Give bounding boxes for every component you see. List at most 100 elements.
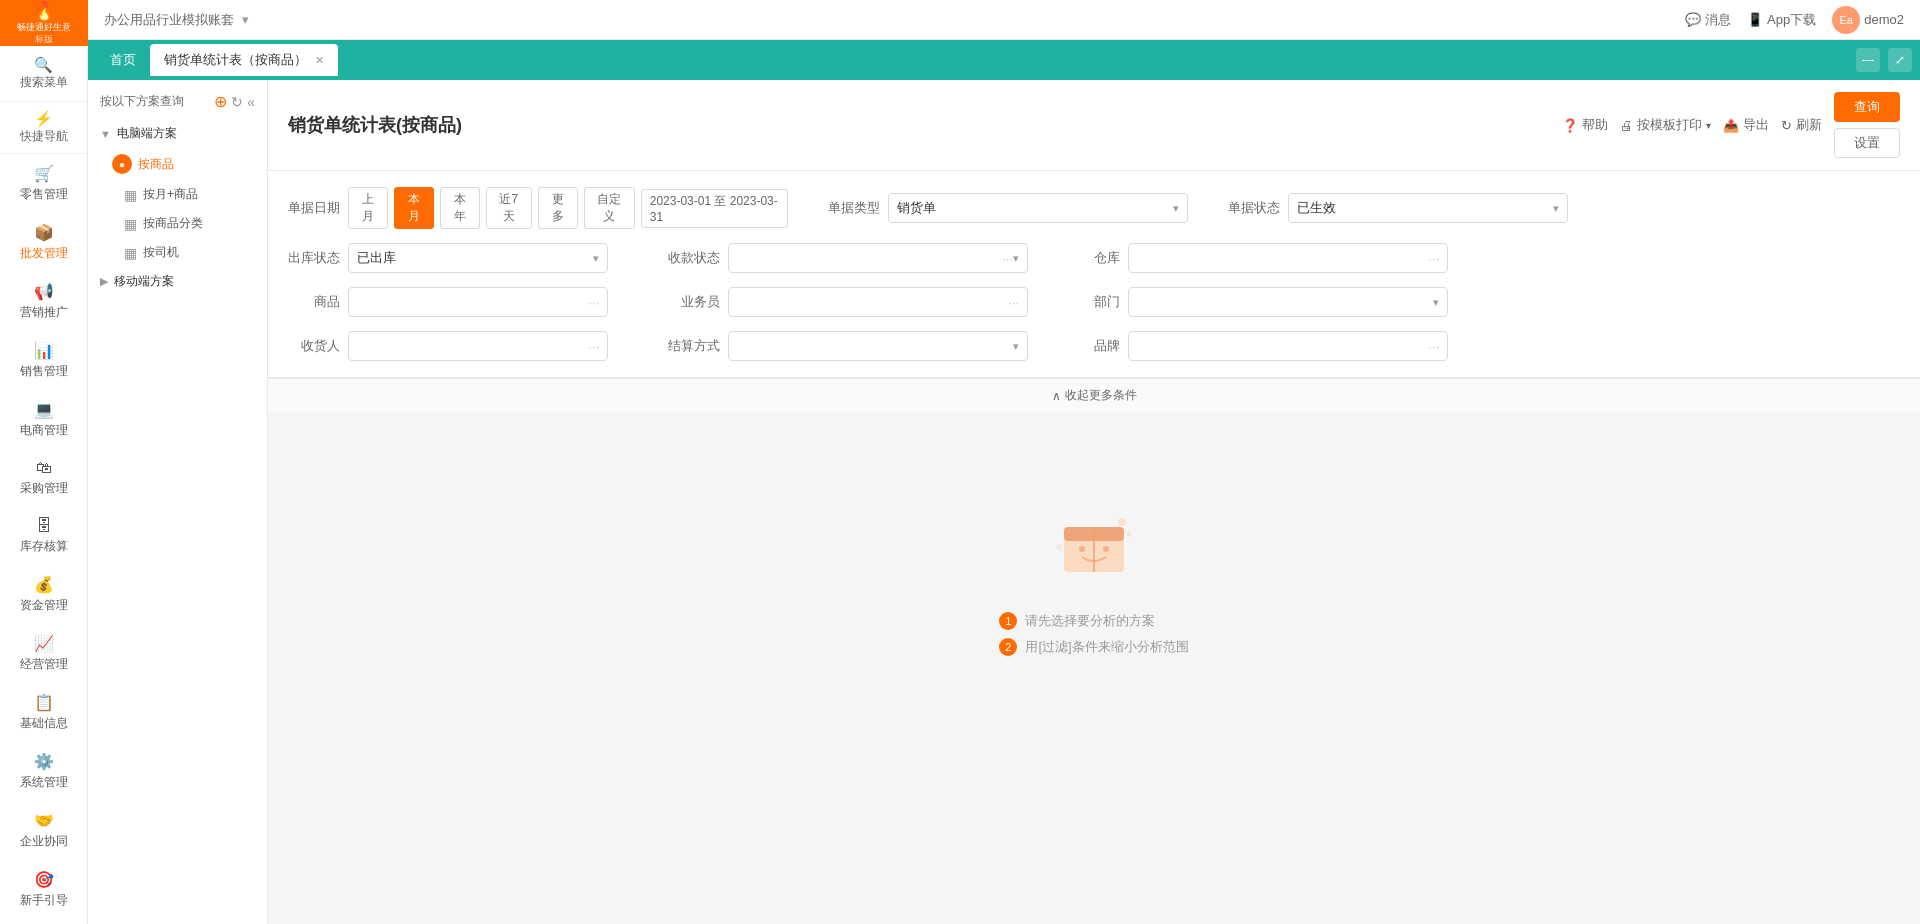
tab-close-icon[interactable]: ✕	[315, 54, 324, 67]
empty-state: 1 请先选择要分析的方案 2 用[过滤]条件来缩小分析范围	[268, 412, 1920, 736]
mobile-group-label: 移动端方案	[114, 273, 174, 290]
print-btn[interactable]: 🖨 按模板打印 ▾	[1620, 116, 1711, 134]
tree-item-by-month-product[interactable]: ▦ 按月+商品	[88, 180, 267, 209]
sidebar-item-marketing[interactable]: 📢 营销推广	[0, 272, 87, 331]
sales-icon: 📊	[34, 341, 54, 360]
doc-status-field: 单据状态 已生效 ▾	[1228, 193, 1568, 223]
basic-icon: 📋	[34, 693, 54, 712]
grid-icon-3: ▦	[124, 245, 137, 261]
sidebar-item-finance-mgmt[interactable]: 💰 资金管理	[0, 565, 87, 624]
preset-7days[interactable]: 近7天	[486, 187, 532, 229]
preset-more[interactable]: 更多	[538, 187, 578, 229]
scheme-header-label: 按以下方案查询	[100, 93, 184, 110]
app-subtitle: 标版	[35, 33, 53, 46]
settlement-field: 结算方式 ▾	[668, 331, 1028, 361]
recipient-input[interactable]: ···	[348, 331, 608, 361]
app-logo: 🔥 畅捷通好生意 标版	[0, 0, 88, 46]
department-input[interactable]: ▾	[1128, 287, 1448, 317]
date-filter-controls: 上月 本月 本年 近7天 更多 自定义 2023-03-01 至 2023-03…	[348, 187, 788, 229]
user-profile[interactable]: Ea demo2	[1832, 6, 1904, 34]
grid-icon-2: ▦	[124, 216, 137, 232]
query-button[interactable]: 查询	[1834, 92, 1900, 122]
preset-custom[interactable]: 自定义	[584, 187, 635, 229]
tree-mobile-group[interactable]: ▶ 移动端方案	[88, 267, 267, 296]
sidebar-item-basic-info[interactable]: 📋 基础信息	[0, 683, 87, 742]
sidebar-item-app-center[interactable]: 🔲 应用中心	[0, 919, 87, 924]
export-btn[interactable]: 📤 导出	[1723, 116, 1769, 134]
add-scheme-btn[interactable]: ⊕	[214, 92, 227, 111]
page-content: 按以下方案查询 ⊕ ↻ « ▼ 电脑端方案 ● 按商品 ▦ 按月+商品	[88, 80, 1920, 924]
header-industry[interactable]: 办公用品行业模拟账套 ▾	[104, 11, 249, 29]
doc-type-input[interactable]: 销货单 ▾	[888, 193, 1188, 223]
tab-bar-actions: — ⤢	[1856, 48, 1912, 72]
left-panel: 按以下方案查询 ⊕ ↻ « ▼ 电脑端方案 ● 按商品 ▦ 按月+商品	[88, 80, 268, 924]
finance-icon: 💰	[34, 575, 54, 594]
sidebar-item-inventory[interactable]: 🗄 库存核算	[0, 507, 87, 565]
salesperson-input[interactable]: ···	[728, 287, 1028, 317]
sidebar-item-enterprise-coop[interactable]: 🤝 企业协同	[0, 801, 87, 860]
out-status-dropdown-icon: ▾	[593, 252, 599, 265]
sidebar-item-ops-mgmt[interactable]: 📈 经营管理	[0, 624, 87, 683]
settings-button[interactable]: 设置	[1834, 128, 1900, 158]
settlement-dropdown-icon: ▾	[1013, 340, 1019, 353]
chevron-down-icon: ▼	[100, 128, 111, 140]
svg-point-4	[1103, 546, 1109, 552]
tree-item-by-product[interactable]: ● 按商品	[88, 148, 267, 180]
sidebar-item-sales-mgmt[interactable]: 📊 销售管理	[0, 331, 87, 390]
tree-pc-group[interactable]: ▼ 电脑端方案	[88, 119, 267, 148]
message-icon: 💬	[1685, 12, 1701, 27]
settlement-input[interactable]: ▾	[728, 331, 1028, 361]
grid-icon-1: ▦	[124, 187, 137, 203]
refresh-btn[interactable]: ↻ 刷新	[1781, 116, 1822, 134]
tab-sales-stat[interactable]: 销货单统计表（按商品） ✕	[150, 44, 338, 76]
recipient-field: 收货人 ···	[288, 331, 608, 361]
preset-this-month[interactable]: 本月	[394, 187, 434, 229]
empty-tip-1: 1 请先选择要分析的方案	[999, 612, 1188, 630]
page-actions: ❓ 帮助 🖨 按模板打印 ▾ 📤 导出 ↻ 刷新	[1562, 92, 1900, 170]
app-name: 畅捷通好生意	[17, 22, 71, 33]
top-header: 办公用品行业模拟账套 ▾ 💬 消息 📱 App下载 Ea demo2	[88, 0, 1920, 40]
out-status-input[interactable]: 已出库 ▾	[348, 243, 608, 273]
sidebar-item-system-mgmt[interactable]: ⚙️ 系统管理	[0, 742, 87, 801]
warehouse-input[interactable]: ···	[1128, 243, 1448, 273]
sidebar-item-retail-mgmt[interactable]: 🛒 零售管理	[0, 154, 87, 213]
sidebar-item-purchase-mgmt[interactable]: 🛍 采购管理	[0, 449, 87, 507]
payment-status-label: 收款状态	[668, 249, 728, 267]
sidebar-item-ecommerce-mgmt[interactable]: 💻 电商管理	[0, 390, 87, 449]
payment-status-input[interactable]: ··· ▾	[728, 243, 1028, 273]
app-download-btn[interactable]: 📱 App下载	[1747, 11, 1816, 29]
tab-maximize-btn[interactable]: ⤢	[1888, 48, 1912, 72]
sidebar-item-quick-nav[interactable]: ⚡ 快捷导航	[0, 102, 87, 154]
help-btn[interactable]: ❓ 帮助	[1562, 116, 1608, 134]
doc-type-field: 单据类型 销货单 ▾	[828, 193, 1188, 223]
wholesale-icon: 📦	[34, 223, 54, 242]
purchase-icon: 🛍	[36, 459, 52, 477]
filter-row-3: 商品 ··· 业务员 ··· 部门	[288, 287, 1900, 317]
tip-num-1: 1	[999, 612, 1017, 630]
date-range-display[interactable]: 2023-03-01 至 2023-03-31	[641, 189, 788, 228]
preset-this-year[interactable]: 本年	[440, 187, 480, 229]
sidebar-item-wholesale-mgmt[interactable]: 📦 批发管理	[0, 213, 87, 272]
doc-status-input[interactable]: 已生效 ▾	[1288, 193, 1568, 223]
sidebar-item-new-guide[interactable]: 🎯 新手引导	[0, 860, 87, 919]
tab-bar: 首页 销货单统计表（按商品） ✕ — ⤢	[88, 40, 1920, 80]
tab-home[interactable]: 首页	[96, 44, 150, 76]
tree-item-by-driver[interactable]: ▦ 按司机	[88, 238, 267, 267]
refresh-scheme-btn[interactable]: ↻	[231, 94, 243, 110]
by-product-icon: ●	[112, 154, 132, 174]
tree-item-by-category[interactable]: ▦ 按商品分类	[88, 209, 267, 238]
sidebar-item-search-menu[interactable]: 🔍 搜索菜单	[0, 46, 87, 102]
out-status-label: 出库状态	[288, 249, 348, 267]
warehouse-label: 仓库	[1068, 249, 1128, 267]
collapse-filter-btn[interactable]: ∧ 收起更多条件	[268, 378, 1920, 412]
message-btn[interactable]: 💬 消息	[1685, 11, 1731, 29]
brand-input[interactable]: ···	[1128, 331, 1448, 361]
preset-last-month[interactable]: 上月	[348, 187, 388, 229]
product-input[interactable]: ···	[348, 287, 608, 317]
filter-row-4: 收货人 ··· 结算方式 ▾ 品牌	[288, 331, 1900, 361]
ecommerce-icon: 💻	[34, 400, 54, 419]
tab-minimize-btn[interactable]: —	[1856, 48, 1880, 72]
chevron-up-icon: ∧	[1052, 389, 1061, 403]
doc-status-dropdown-icon: ▾	[1553, 202, 1559, 215]
collapse-panel-btn[interactable]: «	[247, 94, 255, 110]
